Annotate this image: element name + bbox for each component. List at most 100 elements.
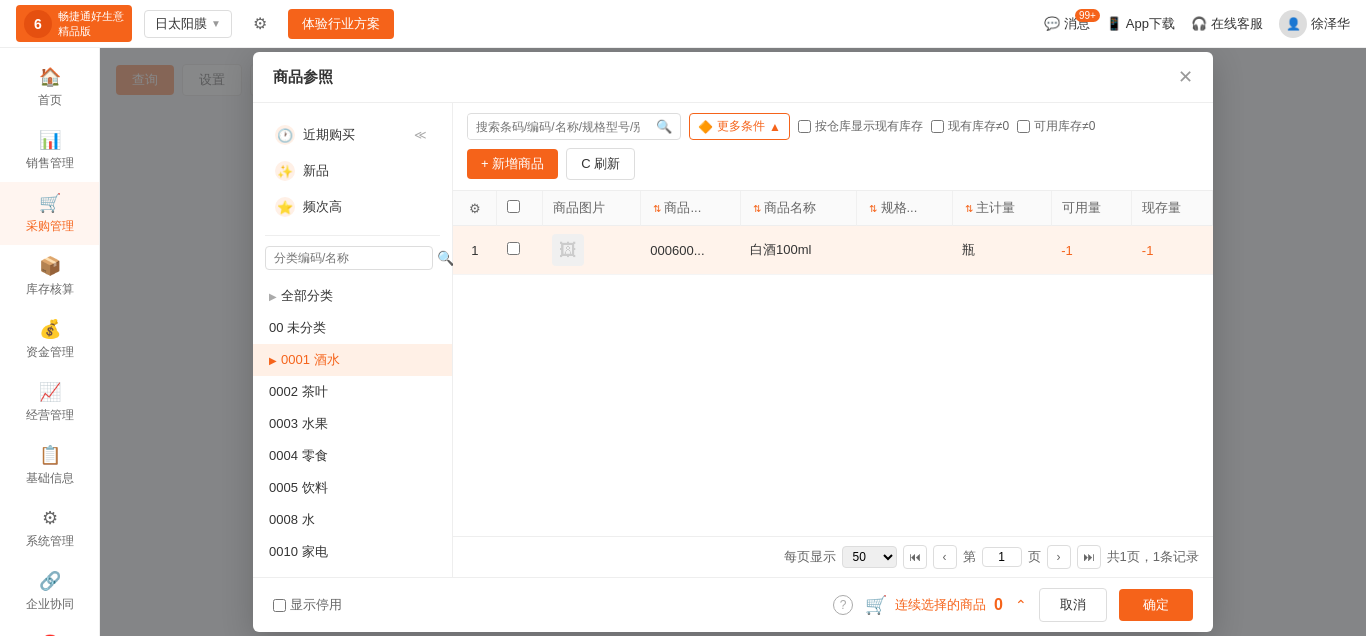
tree-0002-tea[interactable]: 0002 茶叶 — [253, 376, 452, 408]
left-nav-section: 🕐 近期购买 ≪ ✨ 新品 ⭐ 频次高 — [253, 111, 452, 231]
freq-icon: ⭐ — [275, 197, 295, 217]
help-icon[interactable]: ? — [833, 595, 853, 615]
search-toolbar: 🔍 🔶 更多条件 ▲ 按仓库显示现有库存 — [453, 103, 1213, 191]
product-search-input[interactable] — [468, 115, 648, 139]
modal-close-icon[interactable]: ✕ — [1178, 66, 1193, 88]
modal-body: 🕐 近期购买 ≪ ✨ 新品 ⭐ 频次高 — [253, 103, 1213, 577]
chevron-up-icon[interactable]: ⌃ — [1015, 597, 1027, 613]
modal-overlay: 商品参照 ✕ 🕐 近期购买 ≪ ✨ — [100, 48, 1366, 636]
settings-gear-icon[interactable]: ⚙ — [244, 8, 276, 40]
sidebar-item-inventory[interactable]: 📦 库存核算 — [0, 245, 99, 308]
trial-button[interactable]: 体验行业方案 — [288, 9, 394, 39]
row-select-check[interactable] — [507, 242, 520, 255]
page-size-select[interactable]: 50 100 200 — [842, 546, 897, 568]
sidebar-item-guide[interactable]: 🎯 新手引导 — [0, 623, 99, 636]
show-warehouse-stock-check[interactable] — [798, 120, 811, 133]
available-stock-check[interactable] — [1017, 120, 1030, 133]
filter-arrow-icon: ▲ — [769, 120, 781, 134]
col-code[interactable]: ⇅ 商品... — [640, 191, 740, 226]
sidebar-item-operation[interactable]: 📈 经营管理 — [0, 371, 99, 434]
tree-0001-liquor[interactable]: ▶ 0001 酒水 — [253, 344, 452, 376]
new-product-item[interactable]: ✨ 新品 — [265, 155, 440, 187]
product-search-bar[interactable]: 🔍 — [467, 113, 681, 140]
select-all-checkbox[interactable] — [507, 200, 520, 213]
table-row[interactable]: 1 🖼 000600... 白酒100ml 瓶 -1 -1 — [453, 226, 1213, 275]
company-dropdown[interactable]: 日太阳膜 ▼ — [144, 10, 232, 38]
category-search-input[interactable] — [265, 246, 433, 270]
tree-0004-snacks[interactable]: 0004 零食 — [253, 440, 452, 472]
clock-icon: 🕐 — [275, 125, 295, 145]
add-product-button[interactable]: + 新增商品 — [467, 149, 558, 179]
row-spec — [856, 226, 952, 275]
existing-stock-check[interactable] — [931, 120, 944, 133]
last-page-button[interactable]: ⏭ — [1077, 545, 1101, 569]
modal-header: 商品参照 ✕ — [253, 52, 1213, 103]
cart-icon: 🛒 — [865, 594, 887, 616]
sidebar-item-basic[interactable]: 📋 基础信息 — [0, 434, 99, 497]
sidebar-item-enterprise[interactable]: 🔗 企业协同 — [0, 560, 99, 623]
app-download-item[interactable]: 📱 App下载 — [1106, 15, 1175, 33]
show-disabled-check[interactable] — [273, 599, 286, 612]
sidebar-item-purchase[interactable]: 🛒 采购管理 — [0, 182, 99, 245]
row-name: 白酒100ml — [740, 226, 856, 275]
show-warehouse-stock-checkbox[interactable]: 按仓库显示现有库存 — [798, 118, 923, 135]
sort-spec-icon: ⇅ — [869, 203, 877, 214]
col-checkbox — [497, 191, 543, 226]
row-code: 000600... — [640, 226, 740, 275]
row-num: 1 — [453, 226, 497, 275]
inventory-icon: 📦 — [39, 255, 61, 277]
tree-00-uncategorized[interactable]: 00 未分类 — [253, 312, 452, 344]
product-table-wrap: ⚙ 商品图片 ⇅ 商品... — [453, 191, 1213, 536]
collapse-icon[interactable]: ≪ — [410, 125, 430, 145]
page-number-input[interactable]: 1 — [982, 547, 1022, 567]
col-spec[interactable]: ⇅ 规格... — [856, 191, 952, 226]
tree-arrow-icon: ▶ — [269, 291, 277, 302]
search-bar-icon[interactable]: 🔍 — [648, 114, 680, 139]
row-image: 🖼 — [542, 226, 640, 275]
existing-stock-checkbox[interactable]: 现有库存≠0 — [931, 118, 1009, 135]
headset-icon: 🎧 — [1191, 16, 1207, 31]
category-search-icon[interactable]: 🔍 — [437, 250, 454, 266]
next-page-button[interactable]: › — [1047, 545, 1071, 569]
operation-icon: 📈 — [39, 381, 61, 403]
col-stock[interactable]: 现存量 — [1132, 191, 1213, 226]
col-name[interactable]: ⇅ 商品名称 — [740, 191, 856, 226]
logo[interactable]: 6 畅捷通好生意 精品版 — [16, 5, 132, 42]
online-service-item[interactable]: 🎧 在线客服 — [1191, 15, 1263, 33]
col-available[interactable]: 可用量 — [1051, 191, 1132, 226]
new-icon: ✨ — [275, 161, 295, 181]
available-stock-checkbox[interactable]: 可用库存≠0 — [1017, 118, 1095, 135]
sidebar-item-finance[interactable]: 💰 资金管理 — [0, 308, 99, 371]
category-tree: ▶ 全部分类 00 未分类 ▶ 0001 酒水 0002 茶 — [253, 276, 452, 569]
messages-item[interactable]: 💬 消息 99+ — [1044, 15, 1090, 33]
tree-0010-appliances[interactable]: 0010 家电 — [253, 536, 452, 568]
more-filter-button[interactable]: 🔶 更多条件 ▲ — [689, 113, 790, 140]
sales-icon: 📊 — [39, 129, 61, 151]
sidebar-item-system[interactable]: ⚙ 系统管理 — [0, 497, 99, 560]
nav-right: 💬 消息 99+ 📱 App下载 🎧 在线客服 👤 徐泽华 — [1044, 10, 1350, 38]
sidebar-item-sales[interactable]: 📊 销售管理 — [0, 119, 99, 182]
row-available: -1 — [1051, 226, 1132, 275]
confirm-button[interactable]: 确定 — [1119, 589, 1193, 621]
tree-0005-drinks[interactable]: 0005 饮料 — [253, 472, 452, 504]
show-disabled-checkbox[interactable]: 显示停用 — [273, 596, 342, 614]
tree-0008-water[interactable]: 0008 水 — [253, 504, 452, 536]
cancel-button[interactable]: 取消 — [1039, 588, 1107, 622]
recent-purchase-label: 近期购买 — [303, 126, 355, 144]
sidebar-item-home[interactable]: 🏠 首页 — [0, 56, 99, 119]
user-item[interactable]: 👤 徐泽华 — [1279, 10, 1350, 38]
home-icon: 🏠 — [39, 66, 61, 88]
prev-page-button[interactable]: ‹ — [933, 545, 957, 569]
row-checkbox[interactable] — [497, 226, 543, 275]
refresh-button[interactable]: C 刷新 — [566, 148, 635, 180]
frequent-item[interactable]: ⭐ 频次高 — [265, 191, 440, 223]
sort-unit-icon: ⇅ — [965, 203, 973, 214]
first-page-button[interactable]: ⏮ — [903, 545, 927, 569]
recent-purchase-item[interactable]: 🕐 近期购买 ≪ — [265, 119, 440, 151]
cart-area: 🛒 连续选择的商品 0 — [865, 594, 1003, 616]
col-unit[interactable]: ⇅ 主计量 — [952, 191, 1051, 226]
tree-all-categories[interactable]: ▶ 全部分类 — [253, 280, 452, 312]
tree-0003-fruit[interactable]: 0003 水果 — [253, 408, 452, 440]
message-icon: 💬 — [1044, 16, 1060, 31]
cart-count: 0 — [994, 596, 1003, 614]
